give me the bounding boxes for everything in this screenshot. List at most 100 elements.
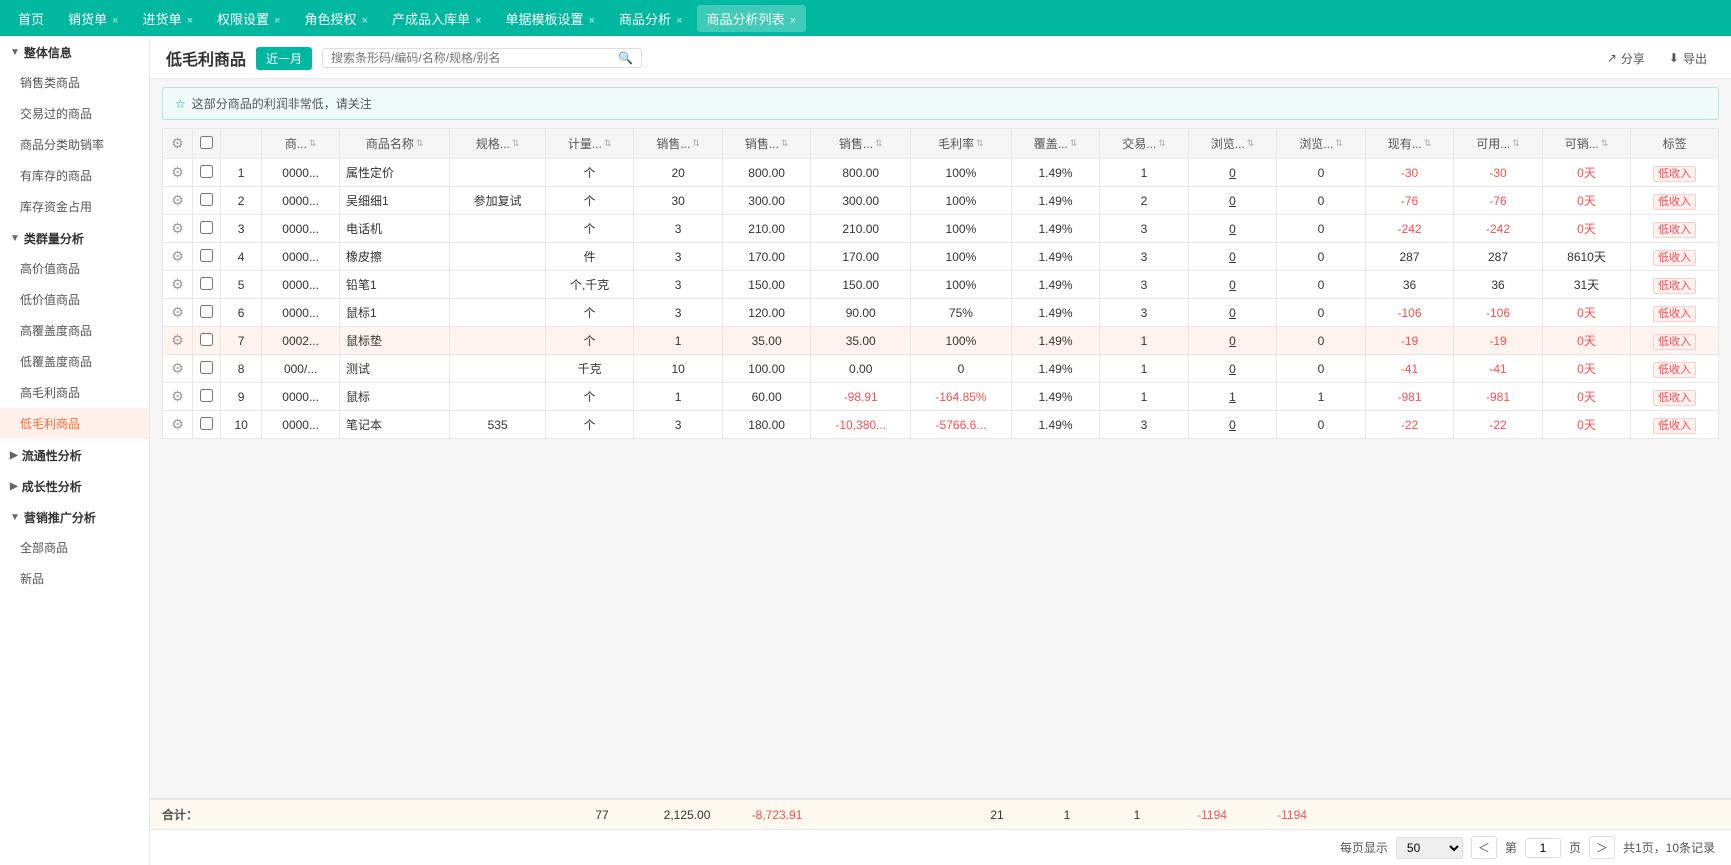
row-name[interactable]: 橡皮擦 [340, 243, 450, 271]
row-checkbox[interactable] [200, 165, 213, 178]
row-checkbox[interactable] [200, 361, 213, 374]
nav-close-icon[interactable]: × [184, 15, 193, 27]
settings-cell[interactable]: ⚙ [163, 159, 193, 187]
row-name[interactable]: 笔记本 [340, 411, 450, 439]
settings-cell[interactable]: ⚙ [163, 215, 193, 243]
page-size-select[interactable]: 50 20 100 [1396, 837, 1463, 859]
sidebar-item-高覆盖度商品[interactable]: 高覆盖度商品 [0, 315, 149, 346]
sidebar-group-营销推广分析[interactable]: ▼营销推广分析 [0, 501, 149, 532]
col-sales-price[interactable]: 销售...⇅ [722, 129, 811, 159]
nav-item-产成品入库单[interactable]: 产成品入库单 × [382, 5, 492, 32]
settings-cell[interactable]: ⚙ [163, 411, 193, 439]
sidebar-item-高价值商品[interactable]: 高价值商品 [0, 253, 149, 284]
row-browse1[interactable]: 0 [1188, 215, 1277, 243]
checkbox-col-header[interactable] [193, 129, 221, 159]
col-coverage[interactable]: 覆盖...⇅ [1011, 129, 1100, 159]
row-browse1[interactable]: 0 [1188, 327, 1277, 355]
sidebar-group-整体信息[interactable]: ▼整体信息 [0, 36, 149, 67]
row-browse1[interactable]: 0 [1188, 271, 1277, 299]
row-checkbox[interactable] [200, 193, 213, 206]
select-all-checkbox[interactable] [200, 136, 213, 149]
sidebar-item-低价值商品[interactable]: 低价值商品 [0, 284, 149, 315]
row-browse1[interactable]: 1 [1188, 383, 1277, 411]
row-browse1[interactable]: 0 [1188, 243, 1277, 271]
row-name[interactable]: 电话机 [340, 215, 450, 243]
col-spec[interactable]: 规格...⇅ [450, 129, 545, 159]
nav-item-商品分析[interactable]: 商品分析 × [609, 5, 693, 32]
nav-close-icon[interactable]: × [787, 15, 796, 27]
sidebar-item-低毛利商品[interactable]: 低毛利商品 [0, 408, 149, 439]
row-name[interactable]: 测试 [340, 355, 450, 383]
nav-close-icon[interactable]: × [586, 15, 595, 27]
sidebar-group-类群量分析[interactable]: ▼类群量分析 [0, 222, 149, 253]
checkbox-cell[interactable] [193, 299, 221, 327]
col-sales-qty[interactable]: 销售...⇅ [634, 129, 723, 159]
checkbox-cell[interactable] [193, 271, 221, 299]
sidebar-item-低覆盖度商品[interactable]: 低覆盖度商品 [0, 346, 149, 377]
row-checkbox[interactable] [200, 277, 213, 290]
prev-page-btn[interactable]: ＜ [1471, 836, 1497, 859]
nav-item-销货单[interactable]: 销货单 × [58, 5, 129, 32]
settings-cell[interactable]: ⚙ [163, 243, 193, 271]
date-filter-btn[interactable]: 近一月 [256, 47, 312, 70]
row-checkbox[interactable] [200, 305, 213, 318]
checkbox-cell[interactable] [193, 159, 221, 187]
search-icon[interactable]: 🔍 [618, 51, 633, 65]
col-current-stock[interactable]: 现有...⇅ [1365, 129, 1454, 159]
col-gross-rate[interactable]: 毛利率⇅ [911, 129, 1012, 159]
col-browse2[interactable]: 浏览...⇅ [1277, 129, 1366, 159]
checkbox-cell[interactable] [193, 383, 221, 411]
row-checkbox[interactable] [200, 333, 213, 346]
row-name[interactable]: 吴细细1 [340, 187, 450, 215]
sidebar-item-全部商品[interactable]: 全部商品 [0, 532, 149, 563]
sidebar-item-有库存的商品[interactable]: 有库存的商品 [0, 160, 149, 191]
settings-cell[interactable]: ⚙ [163, 327, 193, 355]
settings-cell[interactable]: ⚙ [163, 271, 193, 299]
checkbox-cell[interactable] [193, 187, 221, 215]
nav-close-icon[interactable]: × [359, 15, 368, 27]
col-browse1[interactable]: 浏览...⇅ [1188, 129, 1277, 159]
page-input[interactable] [1525, 838, 1561, 858]
settings-cell[interactable]: ⚙ [163, 299, 193, 327]
row-browse1[interactable]: 0 [1188, 187, 1277, 215]
row-browse1[interactable]: 0 [1188, 411, 1277, 439]
sidebar-item-新品[interactable]: 新品 [0, 563, 149, 594]
nav-close-icon[interactable]: × [472, 15, 481, 27]
sidebar-item-交易过的商品[interactable]: 交易过的商品 [0, 98, 149, 129]
nav-close-icon[interactable]: × [109, 15, 118, 27]
checkbox-cell[interactable] [193, 411, 221, 439]
checkbox-cell[interactable] [193, 327, 221, 355]
row-browse1[interactable]: 0 [1188, 355, 1277, 383]
next-page-btn[interactable]: ＞ [1589, 836, 1615, 859]
col-unit[interactable]: 计量...⇅ [545, 129, 634, 159]
nav-item-首页[interactable]: 首页 [8, 5, 54, 32]
settings-cell[interactable]: ⚙ [163, 383, 193, 411]
checkbox-cell[interactable] [193, 355, 221, 383]
share-button[interactable]: ↗ 分享 [1599, 47, 1653, 70]
col-sales-profit[interactable]: 销售...⇅ [811, 129, 911, 159]
col-sellable[interactable]: 可销...⇅ [1542, 129, 1631, 159]
col-transaction[interactable]: 交易...⇅ [1100, 129, 1189, 159]
nav-close-icon[interactable]: × [673, 15, 682, 27]
checkbox-cell[interactable] [193, 243, 221, 271]
row-browse1[interactable]: 0 [1188, 299, 1277, 327]
export-button[interactable]: ⬇ 导出 [1661, 47, 1715, 70]
nav-item-权限设置[interactable]: 权限设置 × [207, 5, 291, 32]
row-name[interactable]: 铅笔1 [340, 271, 450, 299]
col-code[interactable]: 商...⇅ [262, 129, 340, 159]
sidebar-item-商品分类助销率[interactable]: 商品分类助销率 [0, 129, 149, 160]
nav-item-进货单[interactable]: 进货单 × [133, 5, 204, 32]
row-checkbox[interactable] [200, 249, 213, 262]
row-browse1[interactable]: 0 [1188, 159, 1277, 187]
row-name[interactable]: 属性定价 [340, 159, 450, 187]
nav-close-icon[interactable]: × [271, 15, 280, 27]
settings-cell[interactable]: ⚙ [163, 187, 193, 215]
nav-item-角色授权[interactable]: 角色授权 × [295, 5, 379, 32]
sidebar-item-销售类商品[interactable]: 销售类商品 [0, 67, 149, 98]
row-checkbox[interactable] [200, 389, 213, 402]
sidebar-group-成长性分析[interactable]: ▶成长性分析 [0, 470, 149, 501]
col-name[interactable]: 商品名称⇅ [340, 129, 450, 159]
search-input[interactable] [331, 51, 614, 65]
sidebar-group-流通性分析[interactable]: ▶流通性分析 [0, 439, 149, 470]
nav-item-商品分析列表[interactable]: 商品分析列表 × [697, 5, 807, 32]
